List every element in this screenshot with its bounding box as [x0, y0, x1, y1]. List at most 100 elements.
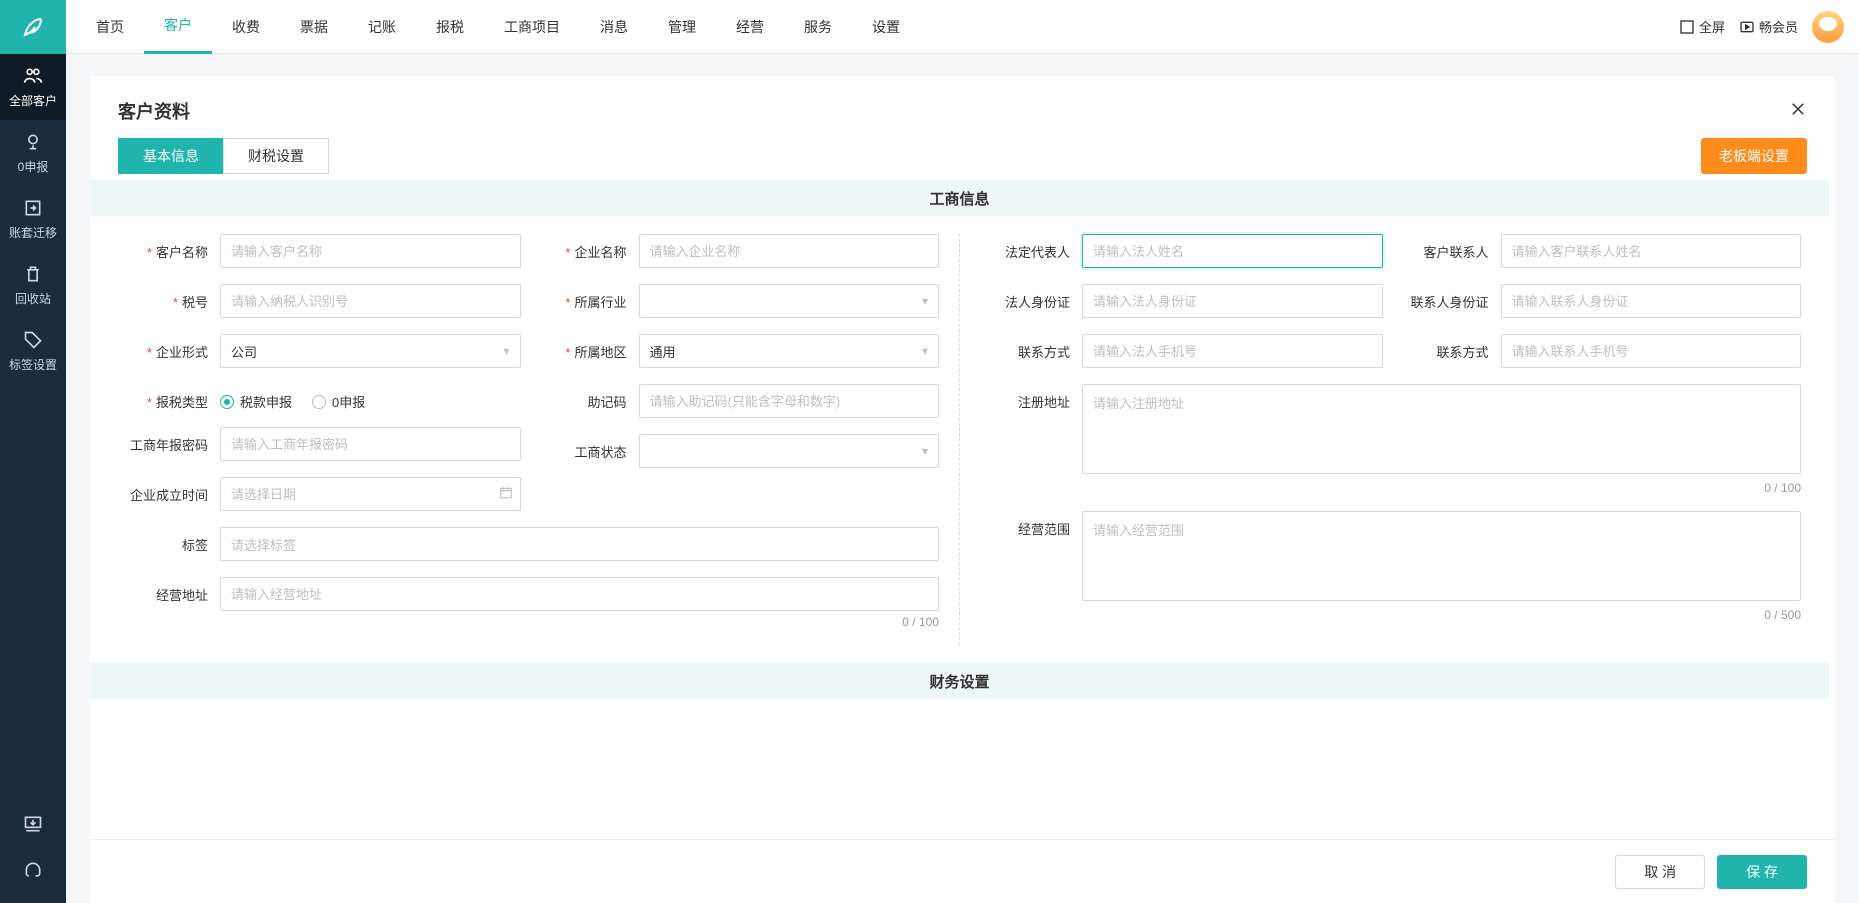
legal-id-label: 法人身份证 [980, 284, 1070, 311]
biz-status-select[interactable]: ▾ [639, 434, 940, 468]
modal-title: 客户资料 [118, 98, 1789, 124]
section-finance-settings: 财务设置 [90, 663, 1829, 699]
sidebar: 全部客户0申报账套迁移回收站标签设置 [0, 54, 66, 903]
fullscreen-icon [1679, 19, 1695, 35]
tags-label: 标签 [118, 527, 208, 554]
nav-item-5[interactable]: 报税 [416, 0, 484, 54]
nav-item-11[interactable]: 设置 [852, 0, 920, 54]
customer-modal: 客户资料 基本信息 财税设置 老板端设置 工商信息 客户名称 [90, 76, 1835, 903]
chevron-down-icon: ▾ [503, 344, 509, 358]
establish-date-input[interactable] [220, 477, 521, 511]
chevron-down-icon: ▾ [922, 344, 928, 358]
enterprise-type-label: 企业形式 [118, 334, 208, 361]
sidebar-item-tag[interactable]: 标签设置 [0, 318, 66, 384]
close-button[interactable] [1789, 98, 1807, 124]
tab-basic-info[interactable]: 基本信息 [118, 138, 223, 174]
chevron-down-icon: ▾ [922, 444, 928, 458]
top-nav: 首页客户收费票据记账报税工商项目消息管理经营服务设置 全屏 畅会员 [0, 0, 1859, 54]
company-name-input[interactable] [639, 234, 940, 268]
tag-icon [23, 330, 43, 350]
nav-item-1[interactable]: 客户 [144, 0, 212, 54]
tax-type-declare[interactable]: 税款申报 [220, 392, 292, 411]
customer-name-input[interactable] [220, 234, 521, 268]
nav-item-8[interactable]: 管理 [648, 0, 716, 54]
modal-footer: 取 消 保 存 [90, 839, 1835, 903]
boss-settings-button[interactable]: 老板端设置 [1701, 138, 1807, 174]
avatar[interactable] [1812, 11, 1844, 43]
biz-status-label: 工商状态 [537, 434, 627, 461]
close-icon [1789, 100, 1807, 118]
sidebar-item-transfer[interactable]: 账套迁移 [0, 186, 66, 252]
form-left: 客户名称 税号 企业形式 公司▾ [118, 234, 960, 645]
tax-type-zero[interactable]: 0申报 [312, 392, 365, 411]
nav-item-10[interactable]: 服务 [784, 0, 852, 54]
transfer-icon [23, 198, 43, 218]
reg-address-input[interactable] [1082, 384, 1801, 474]
mnemonic-label: 助记码 [537, 384, 627, 411]
chevron-down-icon: ▾ [922, 294, 928, 308]
main: 客户资料 基本信息 财税设置 老板端设置 工商信息 客户名称 [66, 54, 1859, 903]
sidebar-item-zero[interactable]: 0申报 [0, 120, 66, 186]
trash-icon [23, 264, 43, 284]
industry-label: 所属行业 [537, 284, 627, 311]
form-right: 法定代表人 法人身份证 联系方式 [960, 234, 1801, 645]
mnemonic-input[interactable] [639, 384, 940, 418]
enterprise-type-select[interactable]: 公司▾ [220, 334, 521, 368]
tax-type-label: 报税类型 [118, 384, 208, 411]
legal-phone-input[interactable] [1082, 334, 1383, 368]
biz-address-input[interactable] [220, 577, 939, 611]
biz-address-counter: 0 / 100 [220, 615, 939, 629]
fullscreen-label: 全屏 [1699, 17, 1725, 36]
tax-id-label: 税号 [118, 284, 208, 311]
reg-address-label: 注册地址 [980, 384, 1070, 411]
legal-phone-label: 联系方式 [980, 334, 1070, 361]
form-scroll[interactable]: 工商信息 客户名称 税号 [90, 180, 1829, 839]
headset-icon [23, 860, 43, 880]
sidebar-item-users[interactable]: 全部客户 [0, 54, 66, 120]
nav-item-0[interactable]: 首页 [76, 0, 144, 54]
nav-item-7[interactable]: 消息 [580, 0, 648, 54]
legal-rep-input[interactable] [1082, 234, 1383, 268]
legal-rep-label: 法定代表人 [980, 234, 1070, 261]
tabbar: 基本信息 财税设置 老板端设置 [90, 138, 1835, 174]
company-name-label: 企业名称 [537, 234, 627, 261]
nav-item-2[interactable]: 收费 [212, 0, 280, 54]
nav-right: 全屏 畅会员 [1679, 11, 1859, 43]
tags-select[interactable]: 请选择标签 [220, 527, 939, 561]
feather-logo-icon [21, 15, 45, 39]
nav-item-3[interactable]: 票据 [280, 0, 348, 54]
biz-scope-label: 经营范围 [980, 511, 1070, 538]
nav-item-9[interactable]: 经营 [716, 0, 784, 54]
users-icon [23, 66, 43, 86]
contact-id-input[interactable] [1501, 284, 1802, 318]
customer-contact-input[interactable] [1501, 234, 1802, 268]
contact-phone-input[interactable] [1501, 334, 1802, 368]
nav-item-6[interactable]: 工商项目 [484, 0, 580, 54]
sidebar-item-trash[interactable]: 回收站 [0, 252, 66, 318]
sidebar-support[interactable] [0, 847, 66, 893]
form-zone: 客户名称 税号 企业形式 公司▾ [90, 234, 1829, 663]
customer-contact-label: 客户联系人 [1399, 234, 1489, 261]
modal-header: 客户资料 [90, 76, 1835, 138]
cancel-button[interactable]: 取 消 [1615, 855, 1705, 889]
tab-tax-settings[interactable]: 财税设置 [223, 138, 329, 174]
nav-items: 首页客户收费票据记账报税工商项目消息管理经营服务设置 [66, 0, 1679, 54]
biz-scope-input[interactable] [1082, 511, 1801, 601]
legal-id-input[interactable] [1082, 284, 1383, 318]
region-select[interactable]: 通用▾ [639, 334, 940, 368]
customer-name-label: 客户名称 [118, 234, 208, 261]
fullscreen-button[interactable]: 全屏 [1679, 17, 1725, 36]
sidebar-download[interactable] [0, 801, 66, 847]
member-label: 畅会员 [1759, 17, 1798, 36]
tax-id-input[interactable] [220, 284, 521, 318]
save-button[interactable]: 保 存 [1717, 855, 1807, 889]
industry-select[interactable]: ▾ [639, 284, 940, 318]
logo[interactable] [0, 0, 66, 54]
contact-phone-label: 联系方式 [1399, 334, 1489, 361]
reg-address-counter: 0 / 100 [1082, 481, 1801, 495]
biz-scope-counter: 0 / 500 [1082, 608, 1801, 622]
zero-icon [23, 132, 43, 152]
nav-item-4[interactable]: 记账 [348, 0, 416, 54]
annual-pwd-input[interactable] [220, 427, 521, 461]
member-button[interactable]: 畅会员 [1739, 17, 1798, 36]
